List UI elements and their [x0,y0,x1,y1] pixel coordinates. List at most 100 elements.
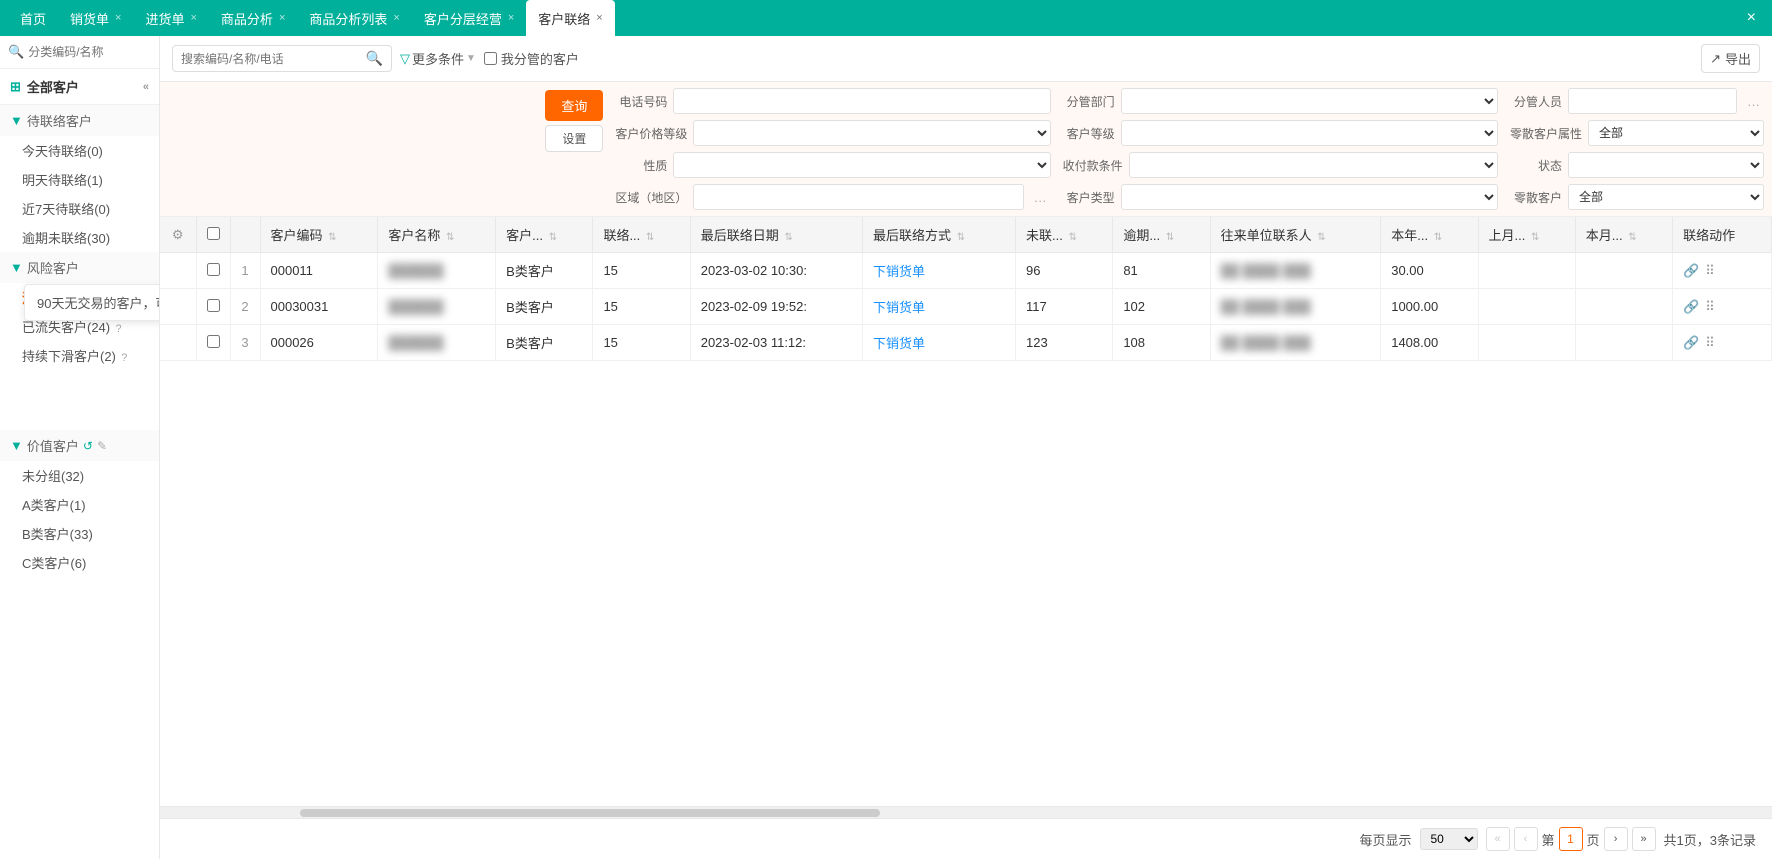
sidebar-item-a-class[interactable]: A类客户(1) [0,490,159,519]
horizontal-scrollbar[interactable] [160,806,1772,818]
retail-select[interactable]: 全部 [1568,184,1764,210]
sidebar-search-box[interactable]: 🔍 [0,36,159,69]
table-row: 2 00030031 ██████ B类客户 15 2023-02-09 19:… [160,289,1772,325]
phone-input[interactable] [673,88,1050,114]
row1-check[interactable] [207,263,220,276]
prev-page-btn[interactable]: ‹ [1514,827,1538,851]
my-customers-check[interactable] [484,52,497,65]
value-section-title[interactable]: ▼ 价值客户 ↺ ✎ [0,430,159,461]
filter-phone: 电话号码 [615,88,1050,114]
col-code[interactable]: 客户编码 ⇅ [260,217,378,253]
query-button[interactable]: 查询 [545,90,603,121]
col-last-month[interactable]: 上月... ⇅ [1478,217,1575,253]
gender-select[interactable] [673,152,1050,178]
search-box[interactable]: 🔍 [172,45,392,72]
next-page-btn[interactable]: › [1604,827,1628,851]
col-this-year[interactable]: 本年... ⇅ [1381,217,1478,253]
my-customers-checkbox[interactable]: 我分管的客户 [484,49,579,68]
col-checkbox[interactable] [196,217,230,253]
customer-grade-select[interactable] [1121,120,1498,146]
retail-attr-select[interactable]: 全部 [1588,120,1764,146]
first-page-btn[interactable]: « [1486,827,1510,851]
sidebar-item-c-class[interactable]: C类客户(6) [0,548,159,577]
row3-check[interactable] [207,335,220,348]
search-input[interactable] [181,52,366,66]
col-unit-contact[interactable]: 往来单位联系人 ⇅ [1210,217,1381,253]
sort-last-month-icon: ⇅ [1531,232,1539,243]
value-arrow-icon: ▼ [10,438,23,453]
risk-section-title[interactable]: ▼ 风险客户 [0,252,159,283]
sidebar-item-tomorrow[interactable]: 明天待联络(1) [0,165,159,194]
more-conditions-label: 更多条件 [412,49,464,68]
row1-last-method[interactable]: 下销货单 [863,253,1016,289]
customer-type-select[interactable] [1121,184,1498,210]
row2-checkbox[interactable] [196,289,230,325]
sidebar-item-overdue[interactable]: 逾期未联络(30) [0,223,159,252]
col-type[interactable]: 客户... ⇅ [496,217,593,253]
close-customer-segment-icon[interactable]: × [508,12,514,24]
nav-tab-sales[interactable]: 销货单 × [58,0,133,36]
row1-checkbox[interactable] [196,253,230,289]
settings-button[interactable]: 设置 [545,125,603,152]
sidebar-item-churn-down[interactable]: 持续下滑客户(2) ? [0,341,159,370]
sidebar-item-today[interactable]: 今天待联络(0) [0,136,159,165]
sidebar-item-b-class[interactable]: B类客户(33) [0,519,159,548]
row1-link-icon[interactable]: 🔗 [1683,263,1699,279]
export-btn[interactable]: ↗ 导出 [1701,44,1760,73]
more-conditions-btn[interactable]: ▽ 更多条件 ▼ [400,49,476,68]
row2-link-icon[interactable]: 🔗 [1683,299,1699,315]
person-dots-icon[interactable]: … [1743,94,1764,109]
refresh-icon[interactable]: ↺ [83,439,93,453]
close-product-analysis-icon[interactable]: × [279,12,285,24]
nav-tab-home[interactable]: 首页 [8,0,58,36]
sidebar-item-unsorted[interactable]: 未分组(32) [0,461,159,490]
nav-tab-product-analysis[interactable]: 商品分析 × [209,0,297,36]
col-this-month[interactable]: 本月... ⇅ [1575,217,1672,253]
row2-more-icon[interactable]: ⠿ [1705,299,1715,315]
search-submit-icon[interactable]: 🔍 [366,50,383,67]
nav-tab-product-list[interactable]: 商品分析列表 × [297,0,411,36]
payment-select[interactable] [1129,152,1498,178]
price-grade-select[interactable] [693,120,1050,146]
col-name[interactable]: 客户名称 ⇅ [378,217,496,253]
row2-check[interactable] [207,299,220,312]
col-last-date[interactable]: 最后联络日期 ⇅ [690,217,862,253]
nav-tab-customer-link[interactable]: 客户联络 × [526,0,614,36]
row1-more-icon[interactable]: ⠿ [1705,263,1715,279]
row2-last-method[interactable]: 下销货单 [863,289,1016,325]
close-purchase-icon[interactable]: × [190,12,196,24]
col-not-contacted[interactable]: 未联... ⇅ [1016,217,1113,253]
window-close-icon[interactable]: × [1739,5,1764,31]
last-page-btn[interactable]: » [1632,827,1656,851]
edit-icon[interactable]: ✎ [97,439,107,453]
all-customers-header[interactable]: ⊞ 全部客户 « [0,69,159,105]
close-sales-icon[interactable]: × [115,12,121,24]
row3-last-method[interactable]: 下销货单 [863,325,1016,361]
region-dots-icon[interactable]: … [1030,190,1051,205]
row2-unit-contact: ██ ████ ███ [1210,289,1381,325]
close-customer-link-icon[interactable]: × [596,12,602,24]
col-last-method[interactable]: 最后联络方式 ⇅ [863,217,1016,253]
col-overdue[interactable]: 逾期... ⇅ [1113,217,1210,253]
sidebar-item-week[interactable]: 近7天待联络(0) [0,194,159,223]
nav-tab-purchase[interactable]: 进货单 × [133,0,208,36]
region-input[interactable] [693,184,1023,210]
row3-more-icon[interactable]: ⠿ [1705,335,1715,351]
select-all-checkbox[interactable] [207,227,220,240]
collapse-icon[interactable]: « [143,81,149,93]
dept-select[interactable] [1121,88,1498,114]
pending-section-title[interactable]: ▼ 待联络客户 [0,105,159,136]
col-action: 联络动作 [1673,217,1772,253]
close-product-list-icon[interactable]: × [393,12,399,24]
scroll-thumb[interactable] [300,809,880,817]
col-contact[interactable]: 联络... ⇅ [593,217,690,253]
row3-link-icon[interactable]: 🔗 [1683,335,1699,351]
nav-tab-customer-segment[interactable]: 客户分层经营 × [412,0,526,36]
person-input[interactable] [1568,88,1737,114]
page-size-select[interactable]: 50 [1420,828,1478,850]
sidebar-search-input[interactable] [28,45,151,59]
row3-checkbox[interactable] [196,325,230,361]
status-select[interactable] [1568,152,1764,178]
page-size-label: 每页显示 [1359,830,1411,849]
col-settings[interactable]: ⚙ [160,217,196,253]
